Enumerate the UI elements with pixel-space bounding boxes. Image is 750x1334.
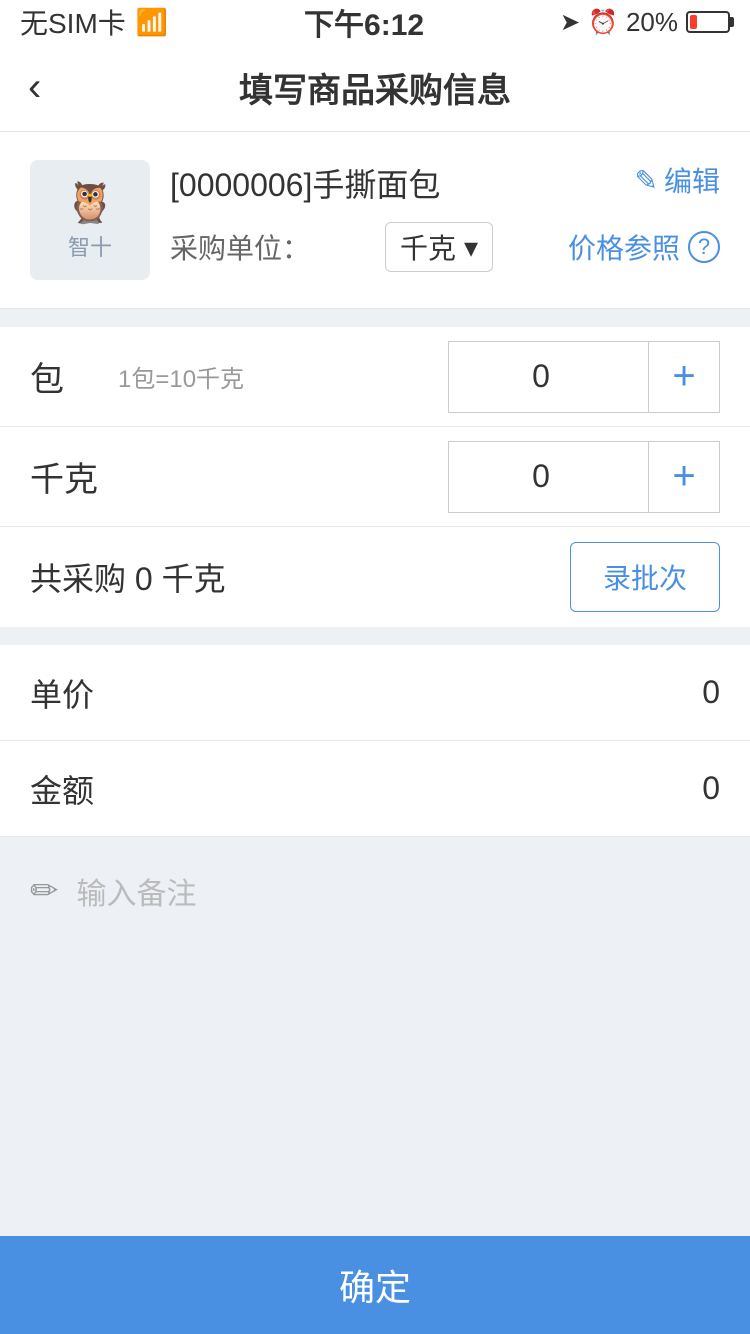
bag-label: 包 <box>30 352 110 401</box>
kg-field-wrap: + <box>448 441 720 513</box>
status-left: 无SIM卡 📶 <box>20 2 168 42</box>
unit-value: 千克 <box>400 227 456 267</box>
amount-label: 金额 <box>30 766 94 812</box>
chevron-down-icon: ▾ <box>464 231 478 264</box>
kg-plus-button[interactable]: + <box>648 441 720 513</box>
brand-text: 智十 <box>68 230 112 262</box>
bag-field-wrap: + <box>448 341 720 413</box>
back-button[interactable]: ‹ <box>28 65 41 110</box>
alarm-icon: ⏰ <box>588 8 618 37</box>
input-section: 包 1包=10千克 + 千克 + 共采购 0 千克 录批次 <box>0 327 750 627</box>
remark-placeholder: 输入备注 <box>77 869 197 913</box>
remark-section[interactable]: ✏ 输入备注 <box>0 837 750 945</box>
product-top: [0000006]手撕面包 ✎ 编辑 <box>170 160 720 206</box>
pricing-section: 单价 0 金额 0 <box>0 645 750 837</box>
battery-icon <box>686 11 730 33</box>
time-label: 下午6:12 <box>304 0 424 44</box>
product-unit-row: 采购单位： 千克 ▾ 价格参照 ? <box>170 222 720 272</box>
amount-value: 0 <box>702 770 720 807</box>
status-bar: 无SIM卡 📶 下午6:12 ➤ ⏰ 20% <box>0 0 750 44</box>
product-info: [0000006]手撕面包 ✎ 编辑 采购单位： 千克 ▾ 价格参照 ? <box>170 160 720 272</box>
help-icon: ? <box>688 231 720 263</box>
carrier-label: 无SIM卡 <box>20 2 126 42</box>
confirm-button[interactable]: 确定 <box>0 1236 750 1334</box>
unit-label: 采购单位： <box>170 227 310 267</box>
confirm-label: 确定 <box>339 1259 411 1311</box>
price-ref-button[interactable]: 价格参照 ? <box>568 227 720 267</box>
unit-price-value: 0 <box>702 674 720 711</box>
nav-bar: ‹ 填写商品采购信息 <box>0 44 750 132</box>
battery-percent: 20% <box>626 7 678 38</box>
total-text: 共采购 0 千克 <box>30 554 226 600</box>
kg-label: 千克 <box>30 452 110 501</box>
bag-sublabel: 1包=10千克 <box>118 359 448 394</box>
batch-button[interactable]: 录批次 <box>570 542 720 612</box>
bag-input[interactable] <box>448 341 648 413</box>
bottom-space <box>0 945 750 1245</box>
unit-price-row: 单价 0 <box>0 645 750 741</box>
bag-plus-button[interactable]: + <box>648 341 720 413</box>
page-title: 填写商品采购信息 <box>239 63 511 112</box>
unit-price-label: 单价 <box>30 670 94 716</box>
section-divider-1 <box>0 309 750 327</box>
product-image: 🦉 智十 <box>30 160 150 280</box>
product-logo-icon: 🦉 <box>65 179 115 226</box>
section-divider-2 <box>0 627 750 645</box>
kg-input[interactable] <box>448 441 648 513</box>
total-row: 共采购 0 千克 录批次 <box>0 527 750 627</box>
product-name: [0000006]手撕面包 <box>170 160 440 206</box>
edit-icon: ✎ <box>635 164 658 197</box>
edit-button[interactable]: ✎ 编辑 <box>635 160 720 200</box>
kg-input-row: 千克 + <box>0 427 750 527</box>
bag-input-row: 包 1包=10千克 + <box>0 327 750 427</box>
unit-select[interactable]: 千克 ▾ <box>385 222 493 272</box>
status-right: ➤ ⏰ 20% <box>560 7 730 38</box>
location-icon: ➤ <box>560 8 580 37</box>
pencil-icon: ✏ <box>30 871 59 911</box>
amount-row: 金额 0 <box>0 741 750 837</box>
price-ref-label: 价格参照 <box>568 227 680 267</box>
product-card: 🦉 智十 [0000006]手撕面包 ✎ 编辑 采购单位： 千克 ▾ 价格参照 … <box>0 132 750 309</box>
wifi-icon: 📶 <box>136 7 168 38</box>
edit-label: 编辑 <box>664 160 720 200</box>
